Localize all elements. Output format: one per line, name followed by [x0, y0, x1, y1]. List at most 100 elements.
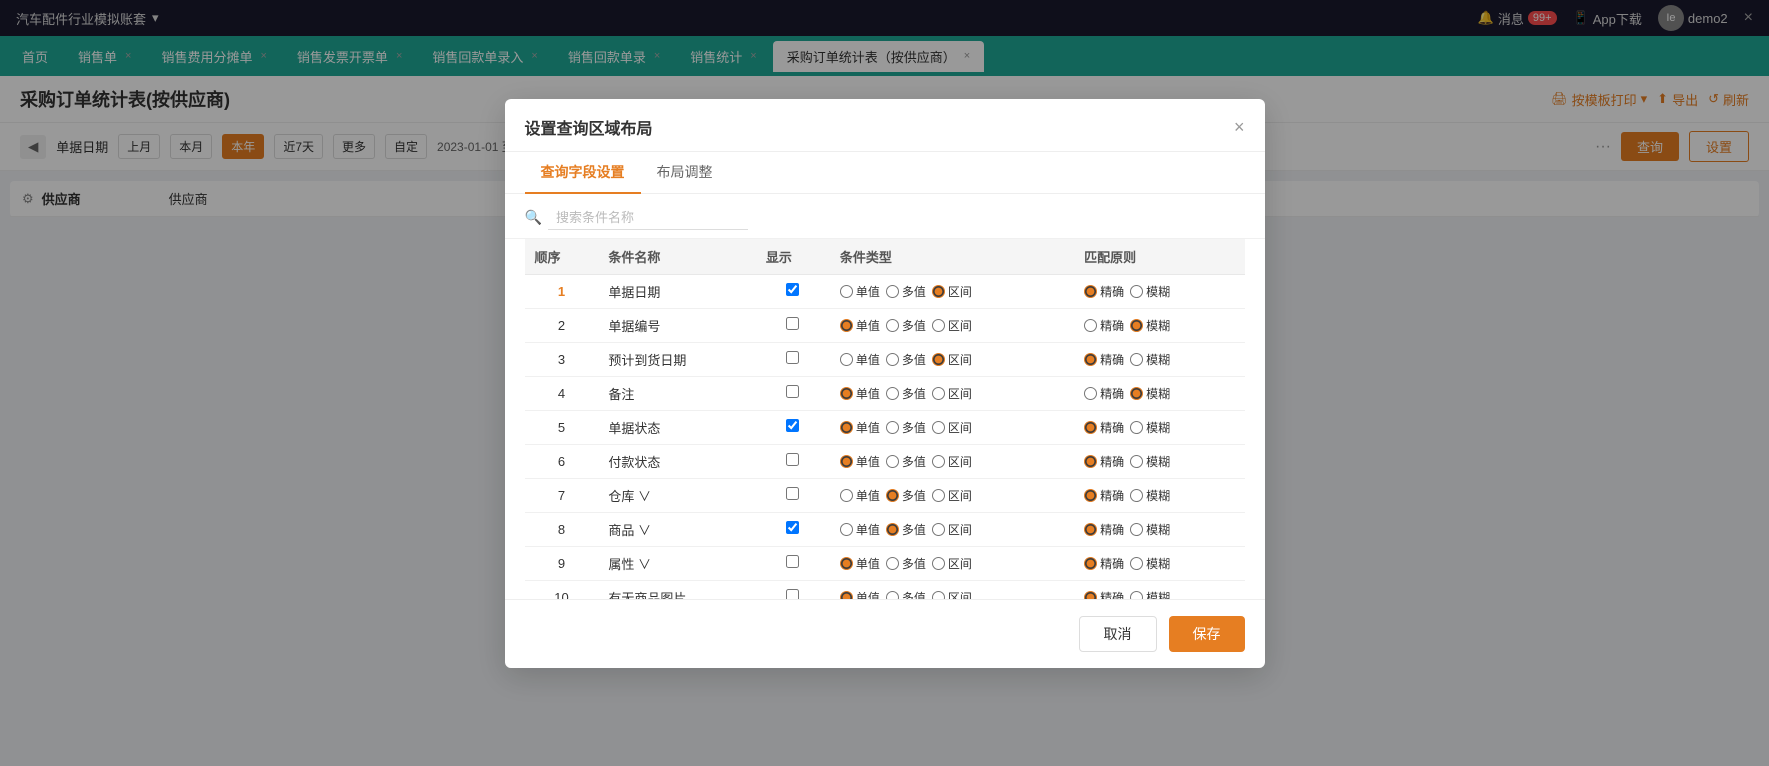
show-checkbox[interactable] [786, 453, 799, 466]
type-radio-input-range[interactable] [932, 285, 945, 298]
type-radio-input-range[interactable] [932, 319, 945, 332]
match-radio-input-exact[interactable] [1084, 421, 1097, 434]
type-radio-multi[interactable]: 多值 [886, 487, 926, 504]
match-radio-input-fuzzy[interactable] [1130, 455, 1143, 468]
match-radio-input-fuzzy[interactable] [1130, 421, 1143, 434]
type-radio-range[interactable]: 区间 [932, 589, 972, 599]
type-radio-input-multi[interactable] [886, 591, 899, 599]
type-radio-multi[interactable]: 多值 [886, 283, 926, 300]
type-radio-multi[interactable]: 多值 [886, 419, 926, 436]
match-radio-exact[interactable]: 精确 [1084, 419, 1124, 436]
type-radio-multi[interactable]: 多值 [886, 351, 926, 368]
type-radio-input-single[interactable] [840, 455, 853, 468]
match-radio-exact[interactable]: 精确 [1084, 283, 1124, 300]
type-radio-multi[interactable]: 多值 [886, 589, 926, 599]
match-radio-fuzzy[interactable]: 模糊 [1130, 419, 1170, 436]
search-input[interactable] [548, 206, 748, 230]
match-radio-exact[interactable]: 精确 [1084, 589, 1124, 599]
type-radio-input-multi[interactable] [886, 489, 899, 502]
type-radio-input-range[interactable] [932, 421, 945, 434]
save-button[interactable]: 保存 [1169, 616, 1245, 652]
match-radio-fuzzy[interactable]: 模糊 [1130, 521, 1170, 538]
match-radio-fuzzy[interactable]: 模糊 [1130, 351, 1170, 368]
match-radio-exact[interactable]: 精确 [1084, 555, 1124, 572]
type-radio-input-multi[interactable] [886, 285, 899, 298]
type-radio-input-range[interactable] [932, 523, 945, 536]
type-radio-range[interactable]: 区间 [932, 487, 972, 504]
type-radio-input-multi[interactable] [886, 455, 899, 468]
show-checkbox[interactable] [786, 385, 799, 398]
show-checkbox[interactable] [786, 351, 799, 364]
match-radio-input-exact[interactable] [1084, 489, 1097, 502]
type-radio-input-multi[interactable] [886, 557, 899, 570]
match-radio-exact[interactable]: 精确 [1084, 385, 1124, 402]
type-radio-input-range[interactable] [932, 387, 945, 400]
row-show[interactable] [756, 274, 830, 308]
type-radio-input-range[interactable] [932, 455, 945, 468]
cancel-button[interactable]: 取消 [1079, 616, 1157, 652]
type-radio-multi[interactable]: 多值 [886, 317, 926, 334]
match-radio-input-fuzzy[interactable] [1130, 319, 1143, 332]
show-checkbox[interactable] [786, 589, 799, 599]
type-radio-single[interactable]: 单值 [840, 351, 880, 368]
type-radio-range[interactable]: 区间 [932, 555, 972, 572]
match-radio-input-fuzzy[interactable] [1130, 353, 1143, 366]
show-checkbox[interactable] [786, 487, 799, 500]
row-show[interactable] [756, 512, 830, 546]
match-radio-input-exact[interactable] [1084, 557, 1097, 570]
type-radio-input-multi[interactable] [886, 353, 899, 366]
type-radio-single[interactable]: 单值 [840, 419, 880, 436]
type-radio-multi[interactable]: 多值 [886, 453, 926, 470]
row-show[interactable] [756, 308, 830, 342]
type-radio-single[interactable]: 单值 [840, 589, 880, 599]
type-radio-input-multi[interactable] [886, 387, 899, 400]
type-radio-range[interactable]: 区间 [932, 317, 972, 334]
match-radio-fuzzy[interactable]: 模糊 [1130, 283, 1170, 300]
modal-tab-fields[interactable]: 查询字段设置 [525, 152, 641, 194]
type-radio-single[interactable]: 单值 [840, 385, 880, 402]
match-radio-input-exact[interactable] [1084, 523, 1097, 536]
match-radio-exact[interactable]: 精确 [1084, 453, 1124, 470]
type-radio-single[interactable]: 单值 [840, 555, 880, 572]
match-radio-input-exact[interactable] [1084, 319, 1097, 332]
row-show[interactable] [756, 376, 830, 410]
type-radio-input-single[interactable] [840, 387, 853, 400]
match-radio-fuzzy[interactable]: 模糊 [1130, 555, 1170, 572]
match-radio-input-exact[interactable] [1084, 591, 1097, 599]
type-radio-multi[interactable]: 多值 [886, 385, 926, 402]
type-radio-input-single[interactable] [840, 489, 853, 502]
match-radio-fuzzy[interactable]: 模糊 [1130, 589, 1170, 599]
type-radio-range[interactable]: 区间 [932, 385, 972, 402]
match-radio-input-fuzzy[interactable] [1130, 387, 1143, 400]
type-radio-range[interactable]: 区间 [932, 419, 972, 436]
type-radio-input-single[interactable] [840, 557, 853, 570]
type-radio-single[interactable]: 单值 [840, 487, 880, 504]
type-radio-single[interactable]: 单值 [840, 453, 880, 470]
show-checkbox[interactable] [786, 283, 799, 296]
modal-close-button[interactable]: × [1234, 118, 1245, 136]
match-radio-input-fuzzy[interactable] [1130, 285, 1143, 298]
type-radio-single[interactable]: 单值 [840, 521, 880, 538]
type-radio-input-single[interactable] [840, 319, 853, 332]
match-radio-exact[interactable]: 精确 [1084, 521, 1124, 538]
row-show[interactable] [756, 546, 830, 580]
type-radio-multi[interactable]: 多值 [886, 555, 926, 572]
show-checkbox[interactable] [786, 555, 799, 568]
type-radio-range[interactable]: 区间 [932, 453, 972, 470]
type-radio-input-single[interactable] [840, 285, 853, 298]
show-checkbox[interactable] [786, 521, 799, 534]
type-radio-range[interactable]: 区间 [932, 283, 972, 300]
match-radio-exact[interactable]: 精确 [1084, 317, 1124, 334]
match-radio-fuzzy[interactable]: 模糊 [1130, 317, 1170, 334]
match-radio-input-fuzzy[interactable] [1130, 523, 1143, 536]
row-show[interactable] [756, 478, 830, 512]
type-radio-input-range[interactable] [932, 489, 945, 502]
match-radio-exact[interactable]: 精确 [1084, 351, 1124, 368]
type-radio-input-multi[interactable] [886, 319, 899, 332]
type-radio-input-single[interactable] [840, 523, 853, 536]
type-radio-multi[interactable]: 多值 [886, 521, 926, 538]
show-checkbox[interactable] [786, 419, 799, 432]
row-show[interactable] [756, 580, 830, 599]
type-radio-input-range[interactable] [932, 353, 945, 366]
type-radio-single[interactable]: 单值 [840, 283, 880, 300]
